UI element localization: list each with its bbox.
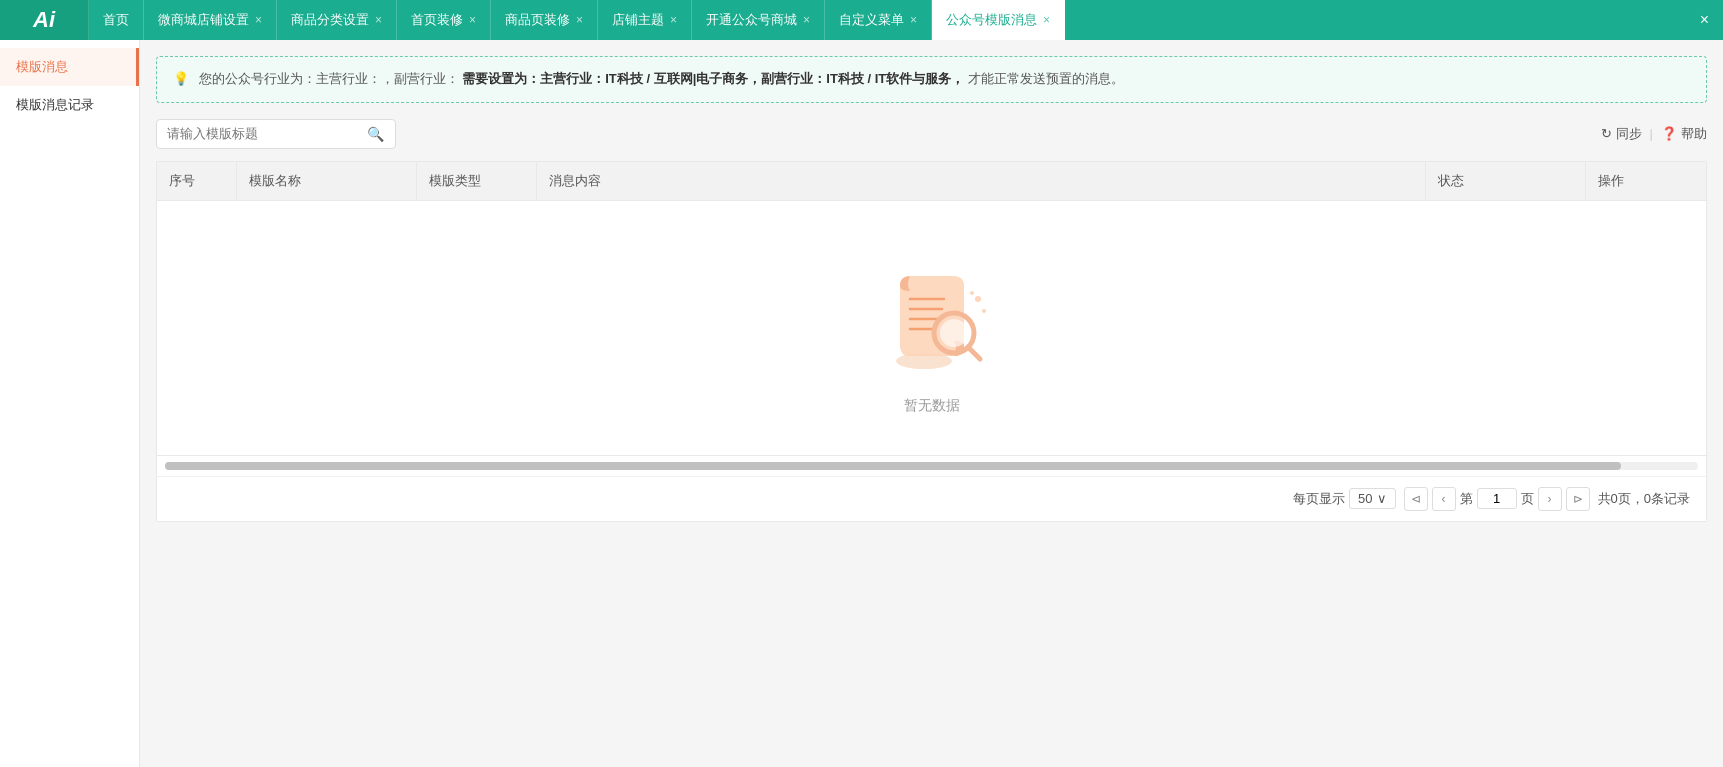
- th-content: 消息内容: [537, 162, 1426, 200]
- per-page-label: 每页显示: [1293, 490, 1345, 508]
- tab-category-settings-label: 商品分类设置: [291, 11, 369, 29]
- chevron-down-icon: ∨: [1377, 491, 1387, 506]
- tab-shop-settings-label: 微商城店铺设置: [158, 11, 249, 29]
- scroll-bar[interactable]: [165, 462, 1698, 470]
- tab-product-decoration[interactable]: 商品页装修 ×: [491, 0, 598, 40]
- sync-label: 同步: [1616, 125, 1642, 143]
- svg-line-7: [968, 347, 980, 359]
- per-page-value: 50: [1358, 491, 1372, 506]
- pagination: 每页显示 50 ∨ ⊲ ‹ 第 页: [157, 476, 1706, 521]
- page-nav: ⊲ ‹ 第 页 › ⊳: [1404, 487, 1590, 511]
- svg-point-6: [940, 319, 968, 347]
- tab-open-mall-label: 开通公众号商城: [706, 11, 797, 29]
- empty-text: 暂无数据: [904, 397, 960, 415]
- empty-state: 暂无数据: [157, 201, 1706, 455]
- sidebar: 模版消息 模版消息记录: [0, 40, 140, 767]
- th-name: 模版名称: [237, 162, 417, 200]
- notice-suffix: 才能正常发送预置的消息。: [968, 71, 1124, 86]
- main-layout: 模版消息 模版消息记录 💡 您的公众号行业为：主营行业：，副营行业： 需要设置为…: [0, 40, 1723, 767]
- close-all-button[interactable]: ×: [1686, 0, 1723, 40]
- page-last-button[interactable]: ⊳: [1566, 487, 1590, 511]
- th-type: 模版类型: [417, 162, 537, 200]
- tab-home-label: 首页: [103, 11, 129, 29]
- svg-point-10: [970, 291, 974, 295]
- actions-divider: |: [1650, 126, 1653, 141]
- tab-shop-settings-close[interactable]: ×: [255, 13, 262, 27]
- tab-home[interactable]: 首页: [89, 0, 144, 40]
- data-table: 序号 模版名称 模版类型 消息内容 状态 操作: [156, 161, 1707, 522]
- page-prev-button[interactable]: ‹: [1432, 487, 1456, 511]
- help-button[interactable]: ❓ 帮助: [1661, 125, 1707, 143]
- page-size-box[interactable]: 50 ∨: [1349, 488, 1395, 509]
- tab-home-decoration-close[interactable]: ×: [469, 13, 476, 27]
- page-unit: 页: [1521, 490, 1534, 508]
- svg-point-8: [975, 296, 981, 302]
- tab-category-settings-close[interactable]: ×: [375, 13, 382, 27]
- tab-bar: Ai 首页 微商城店铺设置 × 商品分类设置 × 首页装修 × 商品页装修 × …: [0, 0, 1723, 40]
- sync-button[interactable]: ↻ 同步: [1601, 125, 1642, 143]
- page-size-select: 每页显示 50 ∨: [1293, 488, 1395, 509]
- notice-prefix: 您的公众号行业为：主营行业：，副营行业：: [199, 71, 459, 86]
- logo: Ai: [0, 0, 89, 40]
- tab-home-decoration-label: 首页装修: [411, 11, 463, 29]
- scroll-bar-area: [157, 455, 1706, 476]
- tab-template-message-label: 公众号模版消息: [946, 11, 1037, 29]
- prev-page-icon: ‹: [1442, 492, 1446, 506]
- tab-open-mall[interactable]: 开通公众号商城 ×: [692, 0, 825, 40]
- th-actions: 操作: [1586, 162, 1706, 200]
- page-total: 共0页，0条记录: [1598, 490, 1690, 508]
- sidebar-item-template-message-log-label: 模版消息记录: [16, 97, 94, 112]
- tab-home-decoration[interactable]: 首页装修 ×: [397, 0, 491, 40]
- tab-product-decoration-close[interactable]: ×: [576, 13, 583, 27]
- page-next-button[interactable]: ›: [1538, 487, 1562, 511]
- search-input-wrap: 🔍: [156, 119, 396, 149]
- content-area: 💡 您的公众号行业为：主营行业：，副营行业： 需要设置为：主营行业：IT科技 /…: [140, 40, 1723, 767]
- tab-shop-theme-label: 店铺主题: [612, 11, 664, 29]
- search-actions: ↻ 同步 | ❓ 帮助: [1601, 125, 1707, 143]
- search-button[interactable]: 🔍: [357, 120, 394, 148]
- tab-custom-menu-close[interactable]: ×: [910, 13, 917, 27]
- tab-shop-theme-close[interactable]: ×: [670, 13, 677, 27]
- tab-template-message[interactable]: 公众号模版消息 ×: [932, 0, 1065, 40]
- help-label: 帮助: [1681, 125, 1707, 143]
- svg-point-9: [982, 309, 986, 313]
- first-page-icon: ⊲: [1411, 492, 1421, 506]
- scroll-thumb[interactable]: [165, 462, 1621, 470]
- sidebar-item-template-message-label: 模版消息: [16, 59, 68, 74]
- page-input[interactable]: [1477, 488, 1517, 509]
- tab-category-settings[interactable]: 商品分类设置 ×: [277, 0, 397, 40]
- tab-custom-menu-label: 自定义菜单: [839, 11, 904, 29]
- tab-shop-theme[interactable]: 店铺主题 ×: [598, 0, 692, 40]
- tab-template-message-close[interactable]: ×: [1043, 13, 1050, 27]
- page-label: 第: [1460, 490, 1473, 508]
- tab-product-decoration-label: 商品页装修: [505, 11, 570, 29]
- search-bar: 🔍 ↻ 同步 | ❓ 帮助: [156, 119, 1707, 149]
- sync-icon: ↻: [1601, 126, 1612, 141]
- notice-highlight: 需要设置为：主营行业：IT科技 / 互联网|电子商务，副营行业：IT科技 / I…: [462, 71, 964, 86]
- search-input[interactable]: [157, 120, 357, 147]
- next-page-icon: ›: [1548, 492, 1552, 506]
- sidebar-item-template-message-log[interactable]: 模版消息记录: [0, 86, 139, 124]
- tab-custom-menu[interactable]: 自定义菜单 ×: [825, 0, 932, 40]
- th-seq: 序号: [157, 162, 237, 200]
- empty-illustration: [872, 261, 992, 381]
- logo-text: Ai: [33, 7, 55, 33]
- help-icon: ❓: [1661, 126, 1677, 141]
- last-page-icon: ⊳: [1573, 492, 1583, 506]
- page-first-button[interactable]: ⊲: [1404, 487, 1428, 511]
- notice-icon: 💡: [173, 71, 189, 86]
- tab-open-mall-close[interactable]: ×: [803, 13, 810, 27]
- table-header: 序号 模版名称 模版类型 消息内容 状态 操作: [157, 162, 1706, 201]
- th-status: 状态: [1426, 162, 1586, 200]
- sidebar-item-template-message[interactable]: 模版消息: [0, 48, 139, 86]
- notice-banner: 💡 您的公众号行业为：主营行业：，副营行业： 需要设置为：主营行业：IT科技 /…: [156, 56, 1707, 103]
- tab-shop-settings[interactable]: 微商城店铺设置 ×: [144, 0, 277, 40]
